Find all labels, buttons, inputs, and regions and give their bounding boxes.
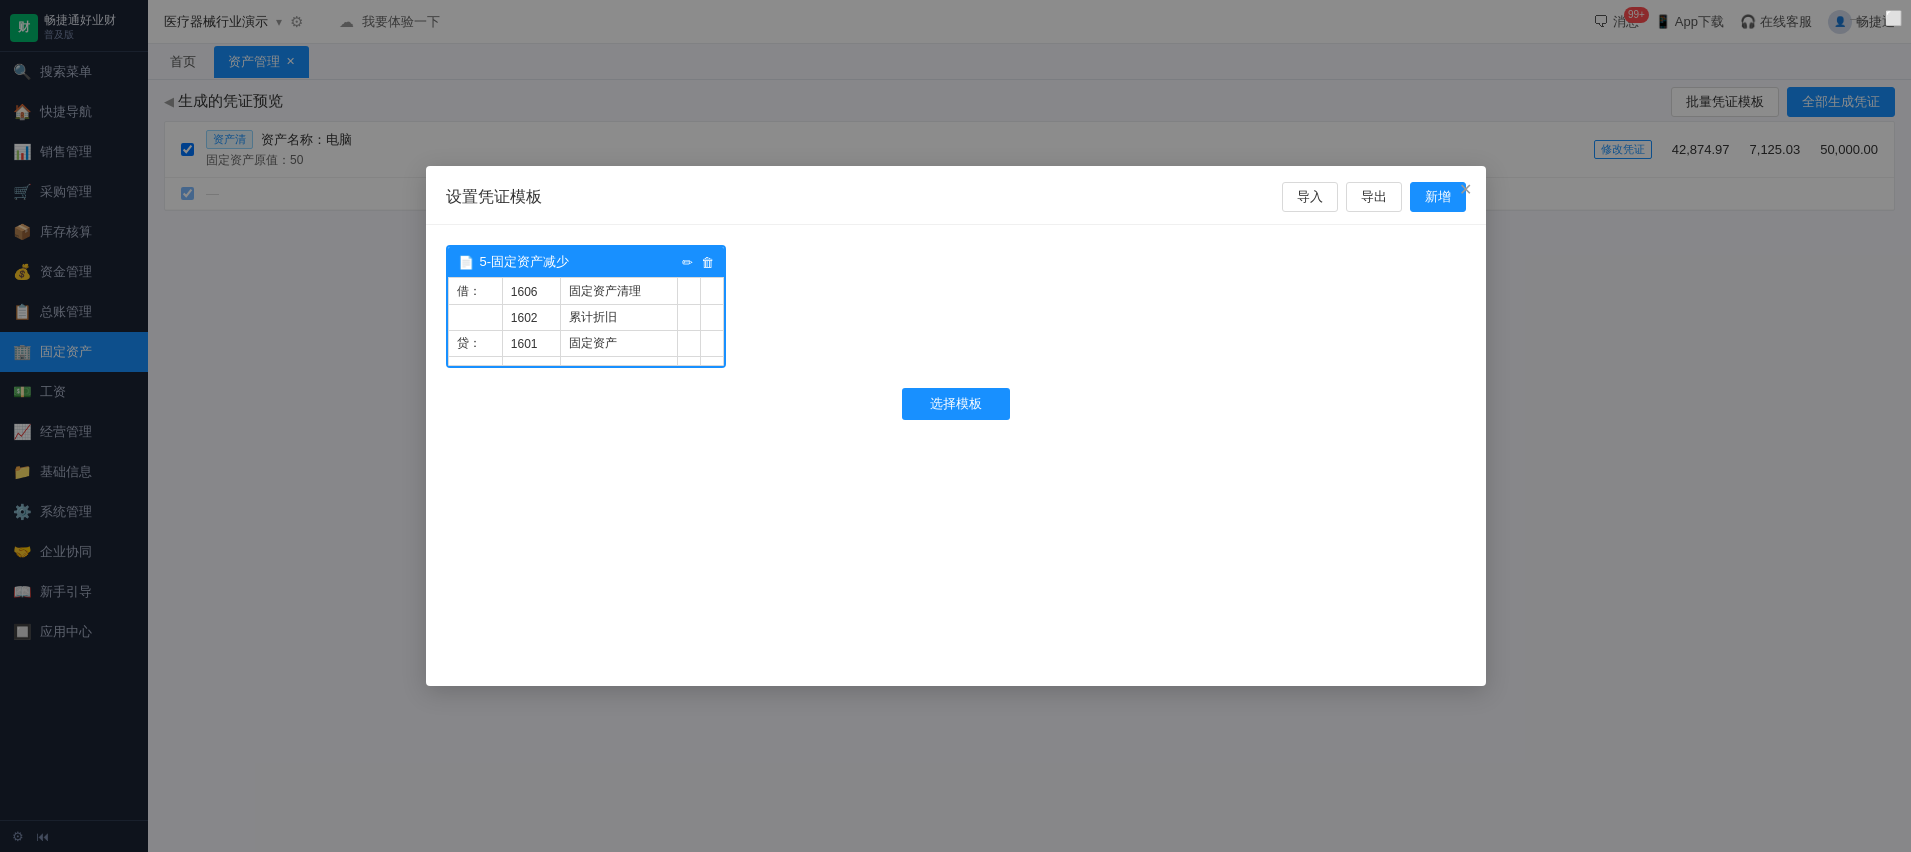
- template-card: 📄 5-固定资产减少 ✏ 🗑 借： 1606: [446, 245, 726, 368]
- entry-code-empty: [502, 357, 560, 366]
- entry-debit-1602: [678, 305, 701, 331]
- template-entry-row: 贷： 1601 固定资产: [448, 331, 723, 357]
- template-entry-row: 1602 累计折旧: [448, 305, 723, 331]
- modal-close-icon[interactable]: ✕: [1459, 180, 1472, 199]
- entry-account-1602: 累计折旧: [560, 305, 678, 331]
- modal-overlay: 设置凭证模板 导入 导出 新增 ✕ 📄 5-固定资产减少: [0, 0, 1911, 852]
- import-button[interactable]: 导入: [1282, 182, 1338, 212]
- modal-header-actions: 导入 导出 新增: [1282, 182, 1466, 212]
- modal-body: 📄 5-固定资产减少 ✏ 🗑 借： 1606: [426, 225, 1486, 665]
- template-doc-icon: 📄: [458, 255, 474, 270]
- modal-header: 设置凭证模板 导入 导出 新增 ✕: [426, 166, 1486, 225]
- export-button[interactable]: 导出: [1346, 182, 1402, 212]
- entry-credit-1606: [700, 278, 723, 305]
- entry-code-1601: 1601: [502, 331, 560, 357]
- template-name: 5-固定资产减少: [480, 253, 570, 271]
- entry-code-1602: 1602: [502, 305, 560, 331]
- maximize-button[interactable]: ⬜: [1875, 0, 1911, 36]
- template-card-header: 📄 5-固定资产减少 ✏ 🗑: [448, 247, 724, 277]
- edit-template-icon[interactable]: ✏: [682, 255, 693, 270]
- template-card-actions: ✏ 🗑: [682, 255, 714, 270]
- template-entries-table: 借： 1606 固定资产清理 1602 累计折旧: [448, 277, 724, 366]
- entry-account-empty: [560, 357, 678, 366]
- template-entry-row: 借： 1606 固定资产清理: [448, 278, 723, 305]
- entry-credit-empty: [700, 357, 723, 366]
- entry-code-1606: 1606: [502, 278, 560, 305]
- entry-type-empty-1: [448, 305, 502, 331]
- entry-account-1606: 固定资产清理: [560, 278, 678, 305]
- entry-type-borrow: 借：: [448, 278, 502, 305]
- select-template-button[interactable]: 选择模板: [902, 388, 1010, 420]
- template-title-row: 📄 5-固定资产减少: [458, 253, 570, 271]
- entry-credit-1601: [700, 331, 723, 357]
- entry-debit-1606: [678, 278, 701, 305]
- entry-debit-1601: [678, 331, 701, 357]
- entry-type-empty-2: [448, 357, 502, 366]
- modal-title: 设置凭证模板: [446, 187, 542, 208]
- entry-account-1601: 固定资产: [560, 331, 678, 357]
- entry-type-credit: 贷：: [448, 331, 502, 357]
- new-template-button[interactable]: 新增: [1410, 182, 1466, 212]
- template-entry-row: [448, 357, 723, 366]
- entry-credit-1602: [700, 305, 723, 331]
- minimize-button[interactable]: —: [1839, 0, 1875, 36]
- entry-debit-empty: [678, 357, 701, 366]
- window-controls: — ⬜: [1839, 0, 1911, 36]
- delete-template-icon[interactable]: 🗑: [701, 255, 714, 270]
- voucher-template-modal: 设置凭证模板 导入 导出 新增 ✕ 📄 5-固定资产减少: [426, 166, 1486, 686]
